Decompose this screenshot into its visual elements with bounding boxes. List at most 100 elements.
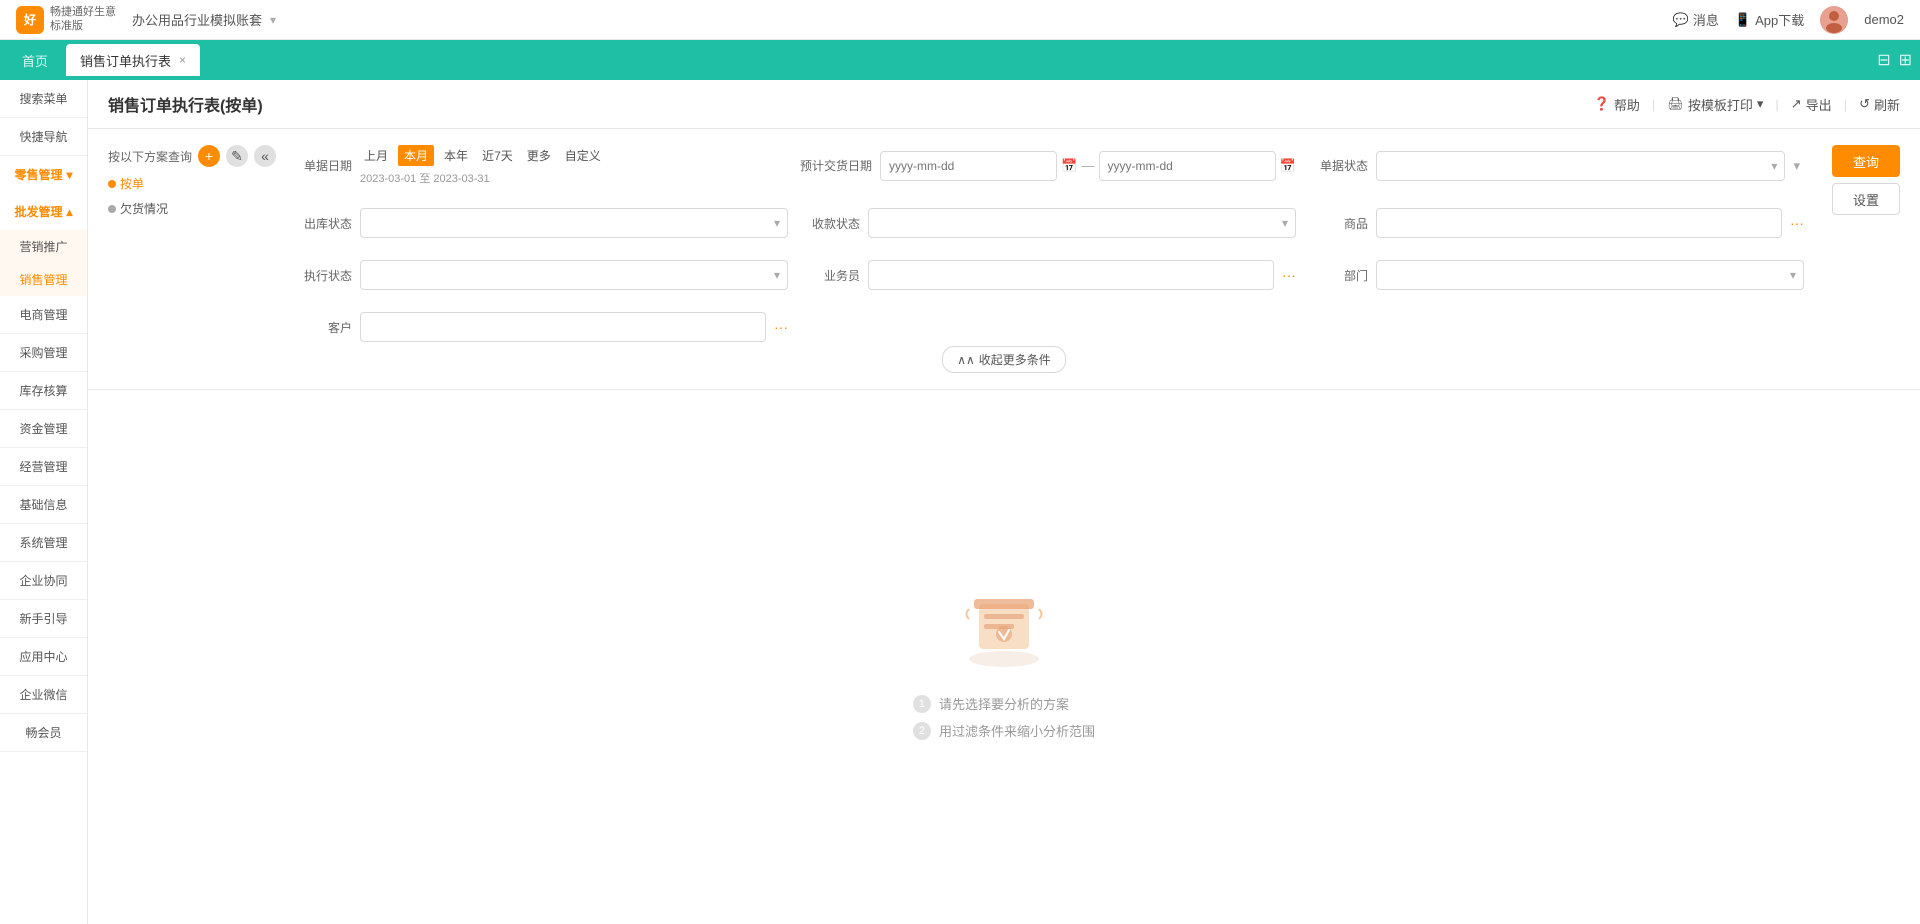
filter-field-exec-status: 执行状态: [292, 260, 788, 290]
sidebar-item-inventory[interactable]: 库存核算: [0, 372, 87, 410]
sidebar-item-newbie[interactable]: 新手引导: [0, 600, 87, 638]
sidebar-item-ecommerce[interactable]: 电商管理: [0, 296, 87, 334]
collect-status-label: 收款状态: [800, 215, 860, 232]
sidebar-item-operations[interactable]: 经营管理: [0, 448, 87, 486]
help-btn[interactable]: ❓ 帮助: [1594, 95, 1640, 114]
scheme-edit-btn[interactable]: ✎: [226, 145, 248, 167]
out-status-label: 出库状态: [292, 215, 352, 232]
system-title-arrow-icon[interactable]: ▾: [270, 13, 276, 27]
collapse-label: 收起更多条件: [979, 351, 1051, 368]
logo-icon: 好: [16, 6, 44, 34]
filter-row-3: 执行状态 业务员 ···: [292, 260, 1804, 290]
customer-input[interactable]: [360, 312, 766, 342]
goods-more-btn[interactable]: ···: [1790, 215, 1804, 231]
goods-input[interactable]: [1376, 208, 1782, 238]
wholesale-label: 批发管理: [14, 203, 62, 220]
sidebar-item-app-center[interactable]: 应用中心: [0, 638, 87, 676]
expected-date-end[interactable]: [1099, 151, 1276, 181]
collapse-btn[interactable]: ∧∧ 收起更多条件: [942, 346, 1066, 373]
customer-more-btn[interactable]: ···: [774, 319, 788, 335]
filter-field-dept: 部门: [1308, 260, 1804, 290]
sidebar-item-finance[interactable]: 资金管理: [0, 410, 87, 448]
salesman-label: 业务员: [800, 267, 860, 284]
query-btn[interactable]: 查询: [1832, 145, 1900, 177]
dept-label: 部门: [1308, 267, 1368, 284]
sidebar-item-wechat[interactable]: 企业微信: [0, 676, 87, 714]
filter-fields: 单据日期 上月 本月 本年 近7天 更多 自定义 20: [292, 145, 1804, 342]
shortcut-prev-month[interactable]: 上月: [360, 145, 392, 166]
content-area: 销售订单执行表(按单) ❓ 帮助 | 🖨 按模板打印 ▾ | ↗ 导出 |: [88, 80, 1920, 924]
sidebar-item-enterprise[interactable]: 企业协同: [0, 562, 87, 600]
tab-minimize-icon[interactable]: ⊟: [1877, 50, 1890, 70]
collect-status-select[interactable]: [868, 208, 1296, 238]
sidebar-item-search[interactable]: 搜索菜单: [0, 80, 87, 118]
sidebar-item-member[interactable]: 畅会员: [0, 714, 87, 752]
help-icon: ❓: [1594, 96, 1610, 112]
shortcut-this-month[interactable]: 本月: [398, 145, 434, 166]
message-btn[interactable]: 💬 消息: [1673, 10, 1719, 29]
retail-label: 零售管理: [14, 166, 62, 183]
tab-sales-order[interactable]: 销售订单执行表 ×: [66, 44, 200, 76]
empty-tip-1: 1 请先选择要分析的方案: [913, 694, 1095, 713]
scheme-dot-1: [108, 205, 116, 213]
expected-date-label: 预计交货日期: [800, 157, 872, 174]
scheme-name-1: 欠货情况: [120, 200, 168, 217]
app-download-icon: 📱: [1735, 12, 1751, 28]
sidebar-item-purchase[interactable]: 采购管理: [0, 334, 87, 372]
scheme-name-0: 按单: [120, 175, 144, 192]
sidebar-sub-wholesale: 营销推广 销售管理: [0, 230, 87, 296]
export-btn[interactable]: ↗ 导出: [1791, 95, 1832, 114]
sidebar-item-marketing[interactable]: 营销推广: [0, 230, 87, 263]
tab-home[interactable]: 首页: [8, 44, 62, 76]
scheme-add-btn[interactable]: +: [198, 145, 220, 167]
scheme-item-0[interactable]: 按单: [108, 173, 276, 194]
sidebar-item-system[interactable]: 系统管理: [0, 524, 87, 562]
salesman-more-btn[interactable]: ···: [1282, 267, 1296, 283]
tab-close-icon[interactable]: ×: [179, 53, 186, 67]
shortcut-more[interactable]: 更多: [523, 145, 555, 166]
user-name[interactable]: demo2: [1864, 12, 1904, 27]
sep1: |: [1652, 97, 1655, 112]
page-header-actions: ❓ 帮助 | 🖨 按模板打印 ▾ | ↗ 导出 | ↺ 刷新: [1594, 95, 1900, 126]
empty-state: 1 请先选择要分析的方案 2 用过滤条件来缩小分析范围: [88, 390, 1920, 924]
settings-btn[interactable]: 设置: [1832, 183, 1900, 215]
date-calendar-icon-1: 📅: [1061, 158, 1077, 174]
tab-maximize-icon[interactable]: ⊞: [1899, 50, 1912, 70]
sidebar-item-retail[interactable]: 零售管理 ▾: [0, 156, 87, 193]
sidebar-item-wholesale[interactable]: 批发管理 ▴: [0, 193, 87, 230]
app-download-btn[interactable]: 📱 App下载: [1735, 10, 1804, 29]
message-icon: 💬: [1673, 12, 1689, 28]
tab-sales-order-label: 销售订单执行表: [80, 51, 171, 70]
print-btn[interactable]: 🖨 按模板打印 ▾: [1667, 95, 1763, 114]
filter-field-status: 单据状态 ▾: [1308, 145, 1804, 186]
logo-area: 好 畅捷通好生意 标准版: [16, 6, 116, 34]
filter-field-goods: 商品 ···: [1308, 208, 1804, 238]
empty-tips: 1 请先选择要分析的方案 2 用过滤条件来缩小分析范围: [913, 694, 1095, 740]
scheme-collapse-btn[interactable]: «: [254, 145, 276, 167]
sidebar-item-sales-mgmt[interactable]: 销售管理: [0, 263, 87, 296]
out-status-select[interactable]: [360, 208, 788, 238]
filter-field-customer: 客户 ···: [292, 312, 788, 342]
print-icon: 🖨: [1667, 96, 1684, 112]
scheme-dot-0: [108, 180, 116, 188]
expected-date-start[interactable]: [880, 151, 1057, 181]
collapse-icon: ∧∧: [957, 353, 975, 367]
date-calendar-icon-2: 📅: [1280, 158, 1296, 174]
scheme-item-1[interactable]: 欠货情况: [108, 198, 276, 219]
salesman-input[interactable]: [868, 260, 1274, 290]
page-title: 销售订单执行表(按单): [108, 92, 263, 128]
shortcut-7days[interactable]: 近7天: [478, 145, 517, 166]
refresh-btn[interactable]: ↺ 刷新: [1859, 95, 1900, 114]
tab-bar: 首页 销售订单执行表 × ⊟ ⊞: [0, 40, 1920, 80]
sidebar-item-quick-nav[interactable]: 快捷导航: [0, 118, 87, 156]
date-sep: —: [1082, 158, 1095, 173]
export-icon: ↗: [1791, 96, 1802, 112]
shortcut-custom[interactable]: 自定义: [561, 145, 605, 166]
shortcut-this-year[interactable]: 本年: [440, 145, 472, 166]
exec-status-select[interactable]: [360, 260, 788, 290]
dept-select[interactable]: [1376, 260, 1804, 290]
date-shortcuts: 上月 本月 本年 近7天 更多 自定义: [360, 145, 788, 166]
status-select[interactable]: [1376, 151, 1785, 181]
wholesale-arrow-icon: ▴: [66, 205, 72, 219]
sidebar-item-basic[interactable]: 基础信息: [0, 486, 87, 524]
